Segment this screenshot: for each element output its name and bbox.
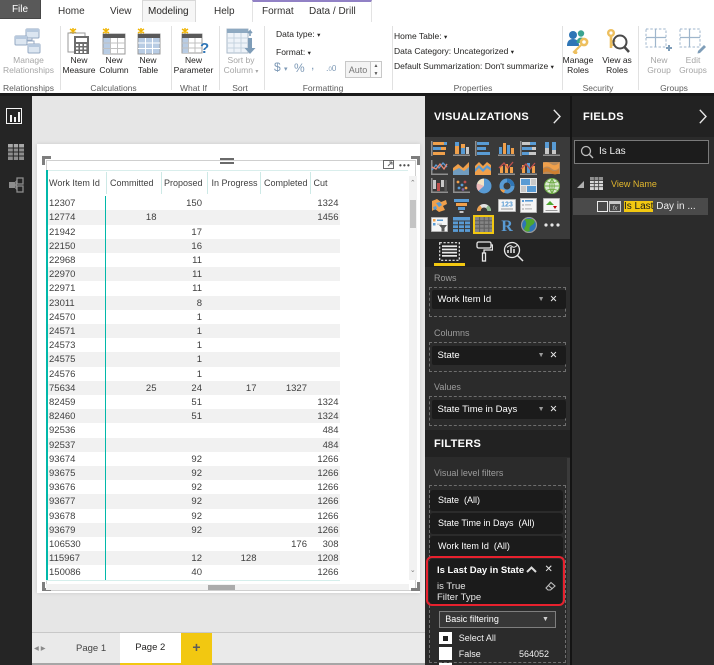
svg-text:fx: fx — [612, 205, 618, 212]
svg-text:123: 123 — [501, 201, 513, 208]
svg-text:R: R — [501, 218, 513, 233]
svg-text:?: ? — [200, 40, 209, 55]
